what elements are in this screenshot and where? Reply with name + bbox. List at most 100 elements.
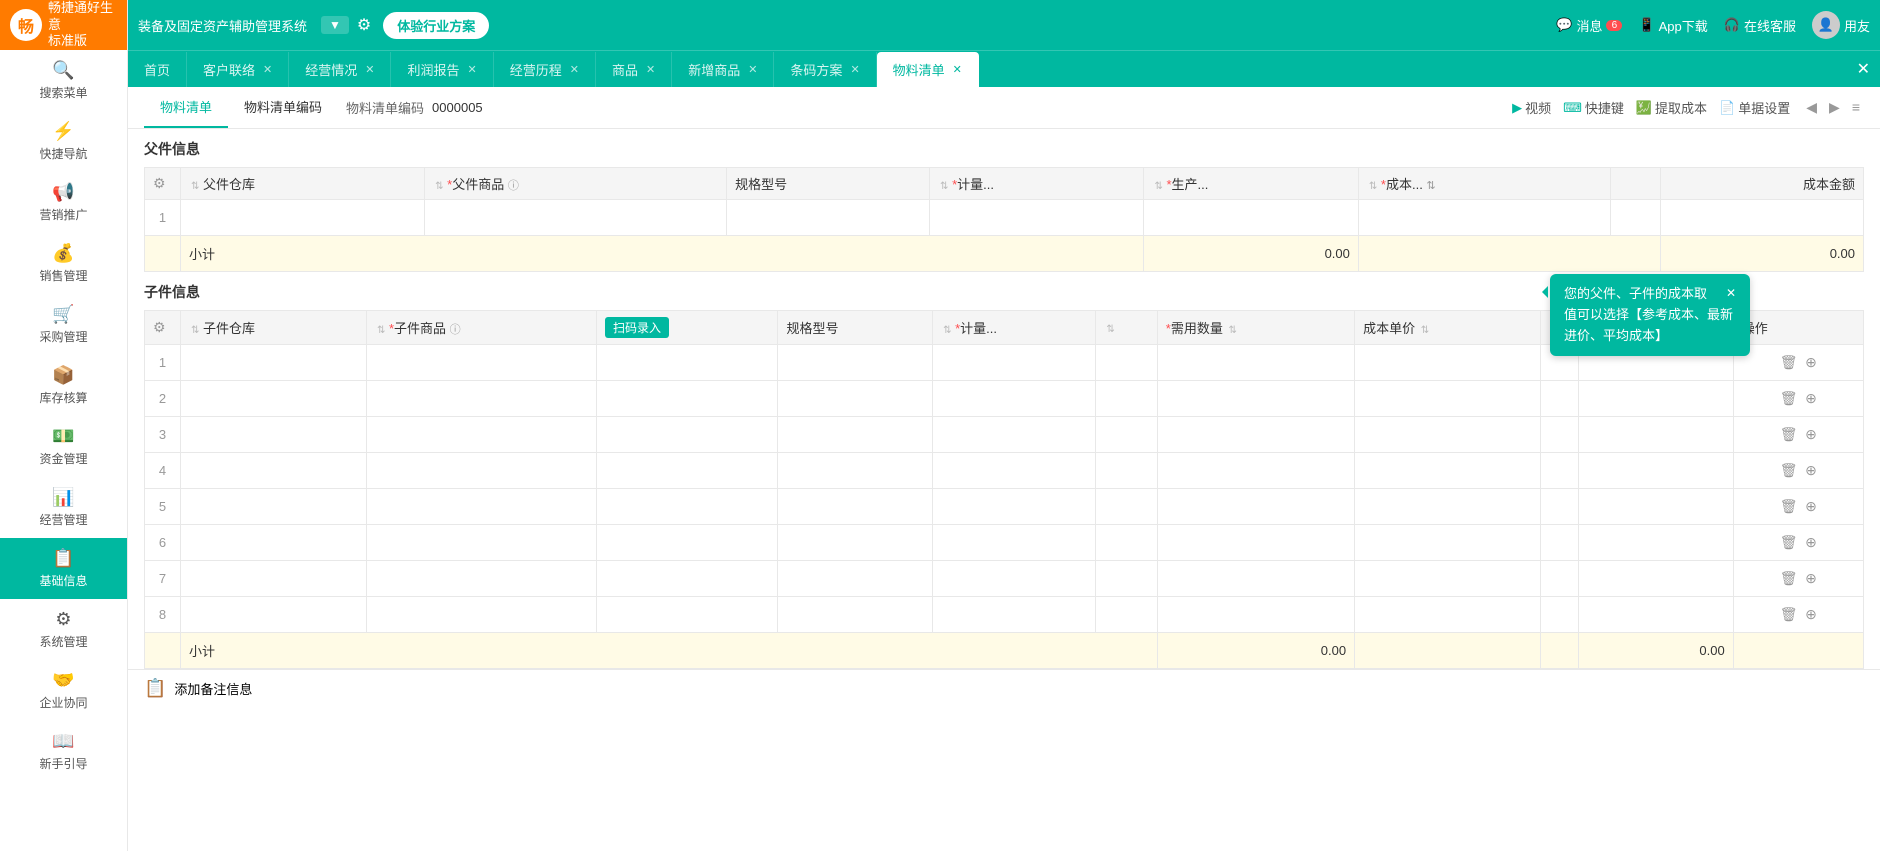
tab-close-icon[interactable]: ✕: [570, 63, 579, 76]
child-col-extra: ⇅: [1096, 311, 1157, 345]
tab-navigation: ◀ ▶ ≡: [1802, 97, 1864, 118]
tab-close-icon[interactable]: ✕: [953, 63, 962, 76]
delete-row-button[interactable]: 🗑: [1778, 496, 1800, 517]
child-column-settings-icon[interactable]: ⚙: [153, 319, 166, 335]
extract-cost-action[interactable]: 💹 提取成本: [1636, 98, 1707, 117]
child-row-5: 5 🗑 ⊕: [145, 489, 1864, 525]
parent-cell-cost[interactable]: [1358, 200, 1610, 236]
copy-row-button[interactable]: ⊕: [1803, 352, 1819, 373]
tab-goods[interactable]: 商品 ✕: [596, 52, 672, 87]
copy-row-button[interactable]: ⊕: [1803, 460, 1819, 481]
keyboard-icon: ⌨: [1563, 100, 1582, 116]
child-row-4: 4 🗑 ⊕: [145, 453, 1864, 489]
tab-customer[interactable]: 客户联络 ✕: [187, 52, 289, 87]
tab-bom[interactable]: 物料清单 ✕: [877, 52, 979, 87]
column-settings-icon[interactable]: ⚙: [153, 175, 166, 191]
sidebar-item-finance[interactable]: 💵 资金管理: [0, 416, 127, 477]
child-subtotal-row: 小计 0.00 0.00: [145, 633, 1864, 669]
online-service-action[interactable]: 🎧 在线客服: [1724, 16, 1796, 35]
parent-cell-spec[interactable]: [727, 200, 930, 236]
sidebar-item-search[interactable]: 🔍 搜索菜单: [0, 50, 127, 111]
parent-subtotal-row: 小计 0.00 0.00: [145, 236, 1864, 272]
delete-row-button[interactable]: 🗑: [1778, 532, 1800, 553]
copy-row-button[interactable]: ⊕: [1803, 532, 1819, 553]
sidebar-item-operations[interactable]: 📊 经营管理: [0, 477, 127, 538]
child-r1-extra: [1096, 345, 1157, 381]
delete-row-button[interactable]: 🗑: [1778, 604, 1800, 625]
tab-barcode[interactable]: 条码方案 ✕: [774, 52, 876, 87]
child-r1-unit[interactable]: [933, 345, 1096, 381]
nav-next-icon[interactable]: ▶: [1825, 97, 1844, 118]
tab-close-icon[interactable]: ✕: [646, 63, 655, 76]
tab-close-icon[interactable]: ✕: [850, 63, 859, 76]
tab-home[interactable]: 首页: [128, 52, 187, 87]
copy-row-button[interactable]: ⊕: [1803, 388, 1819, 409]
settings-icon: 📄: [1719, 100, 1735, 116]
sidebar-item-basic[interactable]: 📋 基础信息: [0, 538, 127, 599]
trial-button[interactable]: 体验行业方案: [383, 12, 489, 39]
child-r1-unit-cost[interactable]: [1355, 345, 1541, 381]
delete-row-button[interactable]: 🗑: [1778, 460, 1800, 481]
system-select-dropdown[interactable]: ▼: [321, 16, 349, 34]
video-action[interactable]: ▶ 视频: [1512, 98, 1551, 117]
tooltip-close-button[interactable]: ✕: [1726, 284, 1736, 303]
parent-col-unit: ⇅ *计量...: [930, 168, 1144, 200]
tab-operation[interactable]: 经营情况 ✕: [289, 52, 391, 87]
delete-row-button[interactable]: 🗑: [1778, 424, 1800, 445]
delete-row-button[interactable]: 🗑: [1778, 568, 1800, 589]
sidebar-item-inventory[interactable]: 📦 库存核算: [0, 355, 127, 416]
sub-tab-bom-list[interactable]: 物料清单: [144, 87, 228, 128]
nav-tabs: 首页 客户联络 ✕ 经营情况 ✕ 利润报告 ✕ 经营历程 ✕ 商品 ✕ 新增商品…: [128, 50, 1880, 87]
tab-close-icon[interactable]: ✕: [263, 63, 272, 76]
child-col-gear: ⚙: [145, 311, 181, 345]
copy-row-button[interactable]: ⊕: [1803, 496, 1819, 517]
child-r1-warehouse[interactable]: [181, 345, 367, 381]
copy-row-button[interactable]: ⊕: [1803, 424, 1819, 445]
sidebar-item-quicknav[interactable]: ⚡ 快捷导航: [0, 111, 127, 172]
copy-row-button[interactable]: ⊕: [1803, 568, 1819, 589]
tab-history[interactable]: 经营历程 ✕: [494, 52, 596, 87]
sidebar-item-system[interactable]: ⚙ 系统管理: [0, 599, 127, 660]
sidebar-item-guide[interactable]: 📖 新手引导: [0, 721, 127, 782]
copy-row-button[interactable]: ⊕: [1803, 604, 1819, 625]
tab-profit[interactable]: 利润报告 ✕: [391, 52, 493, 87]
tab-new-goods[interactable]: 新增商品 ✕: [672, 52, 774, 87]
parent-cell-product[interactable]: [425, 200, 727, 236]
child-r1-qty[interactable]: [1157, 345, 1354, 381]
child-col-actions: 操作: [1733, 311, 1863, 345]
settings-icon[interactable]: ⚙: [357, 15, 371, 35]
single-settings-action[interactable]: 📄 单据设置: [1719, 98, 1790, 117]
message-badge: 6: [1606, 20, 1622, 31]
scan-input-button[interactable]: 扫码录入: [605, 317, 669, 338]
parent-cell-warehouse[interactable]: [181, 200, 425, 236]
parent-col-gear: ⚙: [145, 168, 181, 200]
user-menu[interactable]: 👤 用友: [1812, 11, 1870, 39]
logo-icon: 畅: [10, 9, 42, 41]
nav-menu-icon[interactable]: ≡: [1848, 97, 1864, 118]
sidebar-item-marketing[interactable]: 📢 营销推广: [0, 172, 127, 233]
child-r1-product[interactable]: [366, 345, 596, 381]
sub-tab-bom-code[interactable]: 物料清单编码: [228, 87, 338, 128]
tab-close-icon[interactable]: ✕: [748, 63, 757, 76]
shortcut-action[interactable]: ⌨ 快捷键: [1563, 98, 1624, 117]
child-r1-actions: 🗑 ⊕: [1733, 345, 1863, 381]
tab-close-icon[interactable]: ✕: [468, 63, 477, 76]
cost-tooltip: ✕ 您的父件、子件的成本取值可以选择【参考成本、最新进价、平均成本】: [1550, 274, 1750, 356]
main-area: 装备及固定资产辅助管理系统 ▼ ⚙ 体验行业方案 💬 消息 6 📱 App下载 …: [128, 0, 1880, 851]
message-action[interactable]: 💬 消息 6: [1556, 16, 1622, 35]
child-r1-spec[interactable]: [778, 345, 933, 381]
sidebar-item-sales[interactable]: 💰 销售管理: [0, 233, 127, 294]
parent-cell-extra: [1611, 200, 1661, 236]
tab-close-icon[interactable]: ✕: [365, 63, 374, 76]
marketing-icon: 📢: [52, 182, 74, 203]
close-all-tabs[interactable]: ✕: [1847, 51, 1880, 87]
child-row-8: 8 🗑 ⊕: [145, 597, 1864, 633]
parent-cell-unit[interactable]: [930, 200, 1144, 236]
delete-row-button[interactable]: 🗑: [1778, 352, 1800, 373]
sidebar-item-enterprise[interactable]: 🤝 企业协同: [0, 660, 127, 721]
app-download-action[interactable]: 📱 App下载: [1638, 16, 1707, 35]
sidebar-item-purchase[interactable]: 🛒 采购管理: [0, 294, 127, 355]
nav-prev-icon[interactable]: ◀: [1802, 97, 1821, 118]
delete-row-button[interactable]: 🗑: [1778, 388, 1800, 409]
parent-cell-production[interactable]: [1144, 200, 1358, 236]
